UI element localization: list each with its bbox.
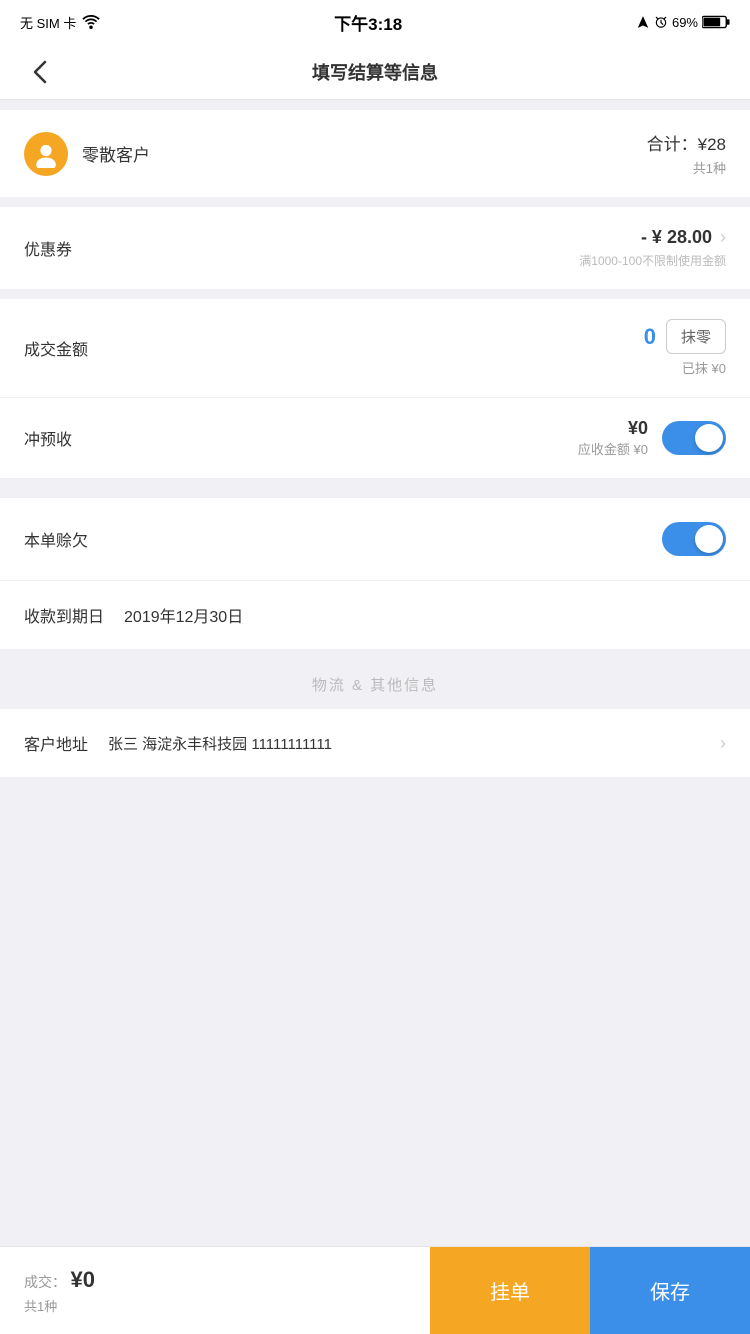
- debt-section: 本单赊欠 收款到期日 2019年12月30日: [0, 498, 750, 649]
- debt-slider: [662, 522, 726, 556]
- alarm-icon: [654, 15, 668, 29]
- customer-section: 零散客户 合计：¥28 共1种: [0, 110, 750, 197]
- address-section: 客户地址 张三 海淀永丰科技园 11111111111 ›: [0, 709, 750, 777]
- pre-receive-toggle[interactable]: [662, 421, 726, 455]
- pre-receive-label: 冲预收: [24, 426, 72, 450]
- status-time: 下午3:18: [334, 10, 402, 35]
- page-title: 填写结算等信息: [60, 59, 690, 85]
- transaction-sub: 已抹 ¥0: [682, 358, 726, 377]
- logistics-label: 物流 & 其他信息: [312, 674, 438, 695]
- customer-avatar: [24, 132, 68, 176]
- address-chevron-icon: ›: [720, 733, 726, 754]
- status-bar: 无 SIM 卡 下午3:18 69%: [0, 0, 750, 44]
- coupon-section: 优惠券 - ¥ 28.00 › 满1000-100不限制使用金额: [0, 207, 750, 289]
- logistics-divider: 物流 & 其他信息: [0, 659, 750, 709]
- bottom-count: 共1种: [24, 1296, 406, 1315]
- pre-receive-values: ¥0 应收金额 ¥0: [578, 418, 648, 458]
- divider-4: [0, 649, 750, 659]
- bottom-deal-label: 成交：: [24, 1274, 66, 1290]
- coupon-desc: 满1000-100不限制使用金额: [579, 252, 726, 269]
- pre-receive-right: ¥0 应收金额 ¥0: [578, 418, 726, 458]
- due-date-row: 收款到期日 2019年12月30日: [0, 581, 750, 649]
- divider-1: [0, 197, 750, 207]
- content: 零散客户 合计：¥28 共1种 优惠券 - ¥ 28.00 › 满1000-10…: [0, 110, 750, 1067]
- status-left: 无 SIM 卡: [20, 13, 100, 32]
- divider-3: [0, 478, 750, 488]
- total-count: 共1种: [647, 158, 726, 177]
- transaction-input-row: 抹零: [576, 319, 726, 354]
- coupon-right: - ¥ 28.00 › 满1000-100不限制使用金额: [579, 227, 726, 269]
- divider-2: [0, 289, 750, 299]
- transaction-amount-row: 成交金额 抹零 已抹 ¥0: [0, 299, 750, 398]
- location-icon: [636, 15, 650, 29]
- bottom-buttons: 挂单 保存: [430, 1247, 750, 1334]
- due-date-label: 收款到期日: [24, 603, 104, 627]
- battery-text: 69%: [672, 15, 698, 30]
- address-row[interactable]: 客户地址 张三 海淀永丰科技园 11111111111 ›: [0, 709, 750, 777]
- back-button[interactable]: [20, 52, 60, 92]
- round-zero-button[interactable]: 抹零: [666, 319, 726, 354]
- bottom-deal-row: 成交： ¥0: [24, 1267, 406, 1293]
- empty-space: [0, 777, 750, 977]
- status-right: 69%: [636, 15, 730, 30]
- customer-left: 零散客户: [24, 132, 150, 176]
- debt-toggle[interactable]: [662, 522, 726, 556]
- coupon-discount: - ¥ 28.00: [641, 227, 712, 248]
- pre-receive-sub: 应收金额 ¥0: [578, 439, 648, 458]
- debt-row: 本单赊欠: [0, 498, 750, 581]
- address-label: 客户地址: [24, 731, 88, 755]
- due-date-value: 2019年12月30日: [124, 603, 243, 627]
- pre-receive-slider: [662, 421, 726, 455]
- address-value: 张三 海淀永丰科技园 11111111111: [108, 733, 700, 754]
- no-sim-text: 无 SIM 卡: [20, 13, 76, 32]
- pre-receive-row: 冲预收 ¥0 应收金额 ¥0: [0, 398, 750, 478]
- transaction-section: 成交金额 抹零 已抹 ¥0 冲预收 ¥0 应收金额 ¥0: [0, 299, 750, 478]
- battery-icon: [702, 15, 730, 29]
- bottom-amount: ¥0: [70, 1267, 94, 1292]
- debt-label: 本单赊欠: [24, 527, 88, 551]
- bottom-info: 成交： ¥0 共1种: [0, 1267, 430, 1315]
- coupon-row[interactable]: 优惠券 - ¥ 28.00 › 满1000-100不限制使用金额: [0, 207, 750, 289]
- coupon-chevron-icon: ›: [720, 227, 726, 248]
- transaction-input[interactable]: [576, 324, 656, 350]
- pre-receive-amount: ¥0: [578, 418, 648, 439]
- coupon-label: 优惠券: [24, 236, 72, 260]
- hang-order-button[interactable]: 挂单: [430, 1247, 590, 1334]
- coupon-value-row: - ¥ 28.00 ›: [641, 227, 726, 248]
- total-amount: 合计：¥28: [647, 130, 726, 155]
- customer-total: 合计：¥28 共1种: [647, 130, 726, 177]
- wifi-icon: [82, 15, 100, 29]
- transaction-value-area: 抹零 已抹 ¥0: [576, 319, 726, 377]
- nav-bar: 填写结算等信息: [0, 44, 750, 100]
- save-button[interactable]: 保存: [590, 1247, 750, 1334]
- bottom-bar: 成交： ¥0 共1种 挂单 保存: [0, 1246, 750, 1334]
- customer-name: 零散客户: [82, 141, 150, 166]
- transaction-label: 成交金额: [24, 336, 88, 360]
